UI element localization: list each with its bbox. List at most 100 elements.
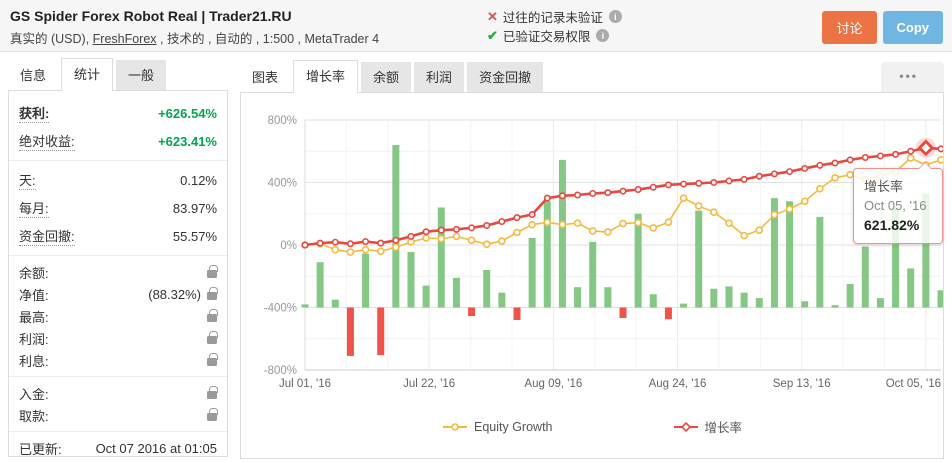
sidebar-tab-2[interactable]: 统计 bbox=[61, 58, 114, 91]
profit-bar[interactable] bbox=[634, 213, 642, 308]
profit-bar[interactable] bbox=[861, 246, 869, 308]
sidebar-tab-1[interactable]: 信息 bbox=[8, 60, 59, 90]
growth-point[interactable] bbox=[301, 241, 309, 249]
profit-bar[interactable] bbox=[755, 298, 763, 308]
sidebar-tab-3[interactable]: 一般 bbox=[116, 60, 167, 90]
profit-bar[interactable] bbox=[831, 305, 839, 308]
growth-point[interactable] bbox=[634, 186, 642, 194]
growth-point[interactable] bbox=[710, 179, 718, 187]
equity-point[interactable] bbox=[755, 226, 764, 234]
growth-point[interactable] bbox=[740, 175, 748, 183]
equity-point[interactable] bbox=[634, 218, 642, 227]
profit-bar[interactable] bbox=[680, 303, 688, 308]
growth-point[interactable] bbox=[892, 150, 900, 158]
profit-bar[interactable] bbox=[649, 294, 657, 308]
chart-tab-2[interactable]: 增长率 bbox=[293, 60, 359, 93]
growth-point[interactable] bbox=[437, 226, 445, 234]
growth-point[interactable] bbox=[801, 164, 809, 172]
equity-point[interactable] bbox=[937, 156, 945, 164]
equity-point[interactable] bbox=[588, 227, 597, 235]
growth-point[interactable] bbox=[786, 168, 794, 176]
growth-point[interactable] bbox=[755, 172, 763, 180]
profit-bar[interactable] bbox=[558, 159, 566, 308]
profit-bar[interactable] bbox=[740, 292, 748, 308]
growth-point[interactable] bbox=[604, 189, 612, 197]
growth-point[interactable] bbox=[407, 232, 415, 240]
info-icon[interactable]: i bbox=[608, 10, 622, 23]
profit-bar[interactable] bbox=[574, 287, 582, 308]
growth-point[interactable] bbox=[316, 239, 324, 247]
profit-bar[interactable] bbox=[816, 216, 824, 308]
broker-link[interactable]: FreshForex bbox=[93, 32, 157, 46]
profit-bar[interactable] bbox=[362, 253, 370, 308]
copy-button[interactable]: Copy bbox=[882, 11, 943, 44]
growth-point[interactable] bbox=[907, 147, 915, 155]
chart-tab-3[interactable]: 余额 bbox=[361, 62, 412, 92]
growth-point[interactable] bbox=[528, 211, 536, 219]
equity-point[interactable] bbox=[437, 234, 446, 243]
equity-point[interactable] bbox=[482, 240, 491, 249]
growth-point[interactable] bbox=[543, 194, 551, 202]
growth-point[interactable] bbox=[377, 239, 385, 247]
growth-point[interactable] bbox=[846, 156, 854, 164]
equity-point[interactable] bbox=[831, 174, 839, 182]
equity-point[interactable] bbox=[422, 234, 430, 242]
equity-point[interactable] bbox=[694, 202, 703, 210]
profit-bar[interactable] bbox=[437, 207, 445, 308]
profit-bar[interactable] bbox=[846, 284, 854, 308]
equity-point[interactable] bbox=[725, 219, 733, 227]
growth-point[interactable] bbox=[422, 228, 430, 236]
profit-bar[interactable] bbox=[786, 201, 794, 308]
equity-point[interactable] bbox=[376, 247, 385, 256]
info-icon[interactable]: i bbox=[596, 29, 610, 42]
discuss-button[interactable]: 讨论 bbox=[822, 11, 877, 44]
profit-bar[interactable] bbox=[695, 210, 703, 308]
equity-point[interactable] bbox=[740, 231, 748, 240]
growth-point[interactable] bbox=[331, 238, 339, 246]
equity-point[interactable] bbox=[331, 245, 340, 254]
equity-point[interactable] bbox=[467, 236, 476, 245]
equity-point[interactable] bbox=[452, 232, 461, 241]
profit-bar[interactable] bbox=[316, 262, 324, 308]
growth-point[interactable] bbox=[558, 192, 566, 200]
profit-bar[interactable] bbox=[452, 277, 460, 308]
profit-bar[interactable] bbox=[301, 304, 309, 308]
growth-point[interactable] bbox=[816, 161, 824, 169]
growth-point[interactable] bbox=[346, 240, 354, 248]
profit-bar[interactable] bbox=[528, 237, 536, 308]
profit-bar[interactable] bbox=[589, 241, 597, 308]
equity-point[interactable] bbox=[710, 208, 718, 216]
equity-point[interactable] bbox=[558, 220, 567, 229]
profit-bar[interactable] bbox=[422, 285, 430, 308]
equity-point[interactable] bbox=[543, 218, 552, 227]
profit-bar[interactable] bbox=[907, 268, 915, 308]
profit-bar[interactable] bbox=[407, 252, 415, 308]
growth-point[interactable] bbox=[513, 214, 521, 222]
growth-point[interactable] bbox=[876, 152, 884, 160]
growth-point[interactable] bbox=[452, 225, 460, 233]
equity-point[interactable] bbox=[498, 237, 506, 245]
loss-bar[interactable] bbox=[513, 307, 521, 321]
equity-point[interactable] bbox=[816, 184, 824, 193]
equity-point[interactable] bbox=[619, 219, 627, 228]
equity-point[interactable] bbox=[392, 243, 400, 252]
profit-bar[interactable] bbox=[392, 145, 400, 308]
profit-bar[interactable] bbox=[604, 287, 612, 308]
equity-point[interactable] bbox=[346, 248, 355, 256]
growth-point[interactable] bbox=[498, 218, 506, 226]
profit-bar[interactable] bbox=[498, 292, 506, 308]
loss-bar[interactable] bbox=[377, 307, 385, 356]
growth-point[interactable] bbox=[362, 238, 370, 246]
equity-point[interactable] bbox=[664, 218, 673, 226]
chart-tab-4[interactable]: 利润 bbox=[414, 62, 465, 92]
profit-bar[interactable] bbox=[543, 201, 551, 308]
growth-point[interactable] bbox=[664, 181, 672, 189]
growth-point[interactable] bbox=[483, 221, 491, 229]
equity-point[interactable] bbox=[573, 219, 582, 227]
equity-point[interactable] bbox=[906, 154, 915, 162]
growth-point[interactable] bbox=[937, 145, 945, 153]
equity-point[interactable] bbox=[800, 197, 809, 206]
growth-point[interactable] bbox=[589, 189, 597, 197]
growth-point[interactable] bbox=[680, 180, 688, 188]
growth-point[interactable] bbox=[619, 187, 627, 195]
